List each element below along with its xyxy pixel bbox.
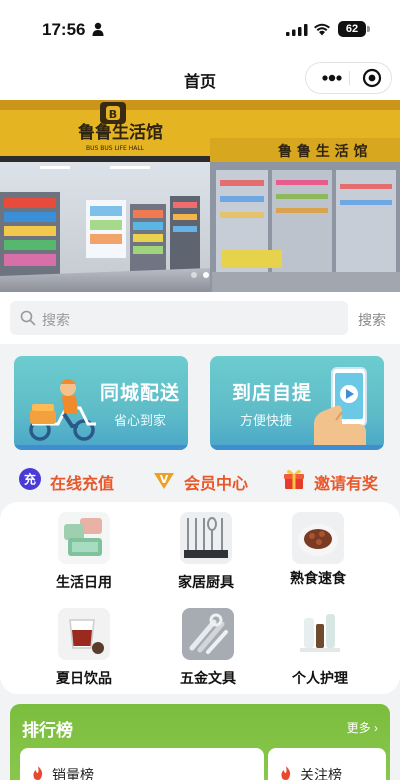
- svg-text:充: 充: [24, 472, 36, 487]
- category-daily-necessities[interactable]: 生活日用: [34, 506, 134, 590]
- banner-sign-main: 鲁鲁生活馆: [78, 122, 163, 143]
- quick-link-label: 在线充值: [50, 476, 115, 493]
- svg-text:V: V: [160, 473, 169, 486]
- search-icon: [20, 310, 36, 326]
- tab-label: 关注榜: [300, 767, 342, 780]
- battery-indicator: 62: [338, 21, 366, 37]
- svg-text:B: B: [109, 108, 117, 121]
- chevron-right-icon: ›: [370, 721, 378, 735]
- battery-tip: [367, 26, 370, 32]
- category-grid: 生活日用 家居厨具 熟食速食 夏日饮品 五金文具 个人护理: [0, 502, 400, 694]
- search-placeholder: 搜索: [42, 312, 70, 328]
- nav-bar: 首页: [0, 56, 400, 100]
- carousel-dots: [0, 263, 400, 282]
- card-edge: [210, 445, 384, 450]
- phone-in-hand-icon: [314, 367, 367, 448]
- fire-icon: [33, 766, 43, 780]
- card-edge: [14, 445, 188, 450]
- banner-sign-right: 鲁 鲁 生 活 馆: [277, 143, 368, 160]
- close-mini-program-icon[interactable]: [356, 63, 388, 93]
- category-label: 生活日用: [56, 574, 112, 590]
- ranking-title: 排行榜: [22, 721, 73, 740]
- category-kitchenware[interactable]: 家居厨具: [156, 506, 256, 590]
- status-bar: 17:56 62: [0, 0, 400, 56]
- category-cooked-food[interactable]: 熟食速食: [268, 506, 368, 590]
- recharge-icon: 充: [19, 468, 41, 490]
- category-label: 家居厨具: [178, 574, 234, 590]
- fire-icon: [281, 766, 291, 780]
- card-title: 同城配送: [100, 383, 181, 404]
- banner-sign-sub: BUS BUS LIFE HALL: [86, 145, 145, 152]
- person-icon: [92, 22, 104, 36]
- ranking-more-link[interactable]: 更多 ›: [347, 719, 378, 736]
- category-label: 五金文具: [180, 670, 236, 686]
- sales-ranking-tab[interactable]: 销量榜: [20, 748, 264, 780]
- card-subtitle: 方便快捷: [240, 413, 293, 428]
- storage-box-icon: [58, 512, 110, 564]
- carousel-dot-active[interactable]: [203, 272, 209, 278]
- drink-icon: [58, 608, 110, 660]
- search-button[interactable]: 搜索: [358, 310, 386, 330]
- same-city-delivery-card[interactable]: 同城配送 省心到家: [14, 356, 188, 450]
- kitchen-utensils-icon: [180, 512, 232, 564]
- category-summer-drinks[interactable]: 夏日饮品: [34, 602, 134, 686]
- delivery-scooter-icon: [29, 379, 96, 441]
- category-label: 熟食速食: [290, 570, 346, 586]
- capsule-divider: [349, 71, 350, 85]
- store-banner-carousel[interactable]: B 鲁鲁生活馆 BUS BUS LIFE HALL 鲁 鲁 生 活 馆: [0, 100, 400, 292]
- search-input[interactable]: 搜索: [10, 301, 348, 335]
- hardware-tools-icon: [182, 608, 234, 660]
- wifi-icon: [314, 23, 330, 36]
- category-hardware-stationery[interactable]: 五金文具: [158, 602, 258, 686]
- quick-link-label: 会员中心: [184, 476, 249, 493]
- search-bar: 搜索 搜索: [0, 292, 400, 344]
- status-time: 17:56: [42, 20, 86, 39]
- tab-label: 销量榜: [52, 767, 94, 780]
- cooked-food-icon: [292, 512, 344, 564]
- personal-care-icon: [294, 608, 346, 660]
- mini-program-capsule: [305, 62, 392, 94]
- signal-icon: [286, 24, 308, 36]
- card-title: 到店自提: [232, 383, 313, 404]
- card-subtitle: 省心到家: [114, 413, 167, 428]
- quick-link-label: 邀请有奖: [314, 476, 379, 493]
- more-options-icon[interactable]: [316, 63, 348, 93]
- store-pickup-card[interactable]: 到店自提 方便快捷: [210, 356, 384, 450]
- category-personal-care[interactable]: 个人护理: [270, 602, 370, 686]
- gift-icon: [284, 469, 304, 489]
- ranking-section: 排行榜 更多 › 销量榜 关注榜: [10, 704, 390, 780]
- category-label: 夏日饮品: [56, 670, 112, 686]
- follow-ranking-tab[interactable]: 关注榜: [268, 748, 386, 780]
- more-label: 更多: [346, 721, 371, 735]
- vip-icon: V: [154, 473, 174, 489]
- home-page: 17:56 62 首页 B 鲁鲁生活馆 BUS BUS LIFE HALL 鲁 …: [0, 0, 400, 780]
- carousel-dot[interactable]: [191, 272, 197, 278]
- category-label: 个人护理: [292, 670, 348, 686]
